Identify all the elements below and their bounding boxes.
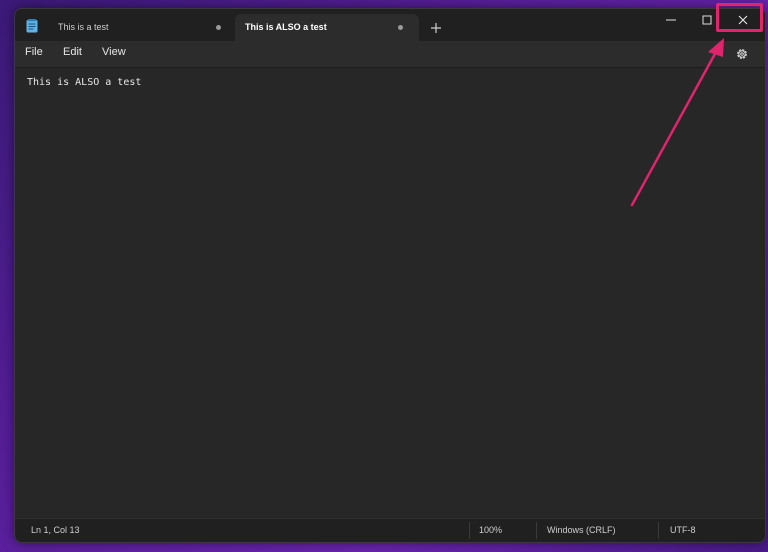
text-editor[interactable]: This is ALSO a test [15, 68, 765, 518]
new-tab-button[interactable] [427, 19, 445, 37]
unsaved-dot-icon[interactable] [398, 25, 403, 30]
menu-edit[interactable]: Edit [63, 46, 82, 58]
notepad-app-icon [26, 19, 38, 33]
status-line-ending[interactable]: Windows (CRLF) [547, 525, 616, 535]
status-cursor-position: Ln 1, Col 13 [31, 525, 80, 535]
notepad-window: This is a test This is ALSO a test File … [14, 8, 766, 543]
minimize-button[interactable] [653, 9, 689, 31]
menu-file[interactable]: File [25, 46, 43, 58]
status-zoom[interactable]: 100% [479, 525, 502, 535]
minimize-icon [666, 19, 676, 21]
close-button-highlight [716, 3, 763, 32]
editor-content[interactable]: This is ALSO a test [27, 77, 141, 88]
title-bar[interactable]: This is a test This is ALSO a test [15, 9, 765, 41]
status-divider [658, 522, 659, 539]
maximize-icon [702, 15, 712, 25]
menu-view[interactable]: View [102, 46, 126, 58]
menu-bar: File Edit View [15, 41, 765, 68]
plus-icon [431, 23, 441, 33]
status-encoding[interactable]: UTF-8 [670, 525, 696, 535]
tab-this-is-a-test[interactable]: This is a test [47, 14, 233, 41]
status-divider [469, 522, 470, 539]
tab-this-is-also-a-test[interactable]: This is ALSO a test [235, 14, 419, 41]
tab-label: This is a test [58, 22, 109, 32]
tab-label: This is ALSO a test [245, 22, 327, 32]
unsaved-dot-icon[interactable] [216, 25, 221, 30]
status-divider [536, 522, 537, 539]
settings-gear-icon[interactable] [735, 47, 749, 61]
status-bar: Ln 1, Col 13 100% Windows (CRLF) UTF-8 [15, 518, 765, 542]
